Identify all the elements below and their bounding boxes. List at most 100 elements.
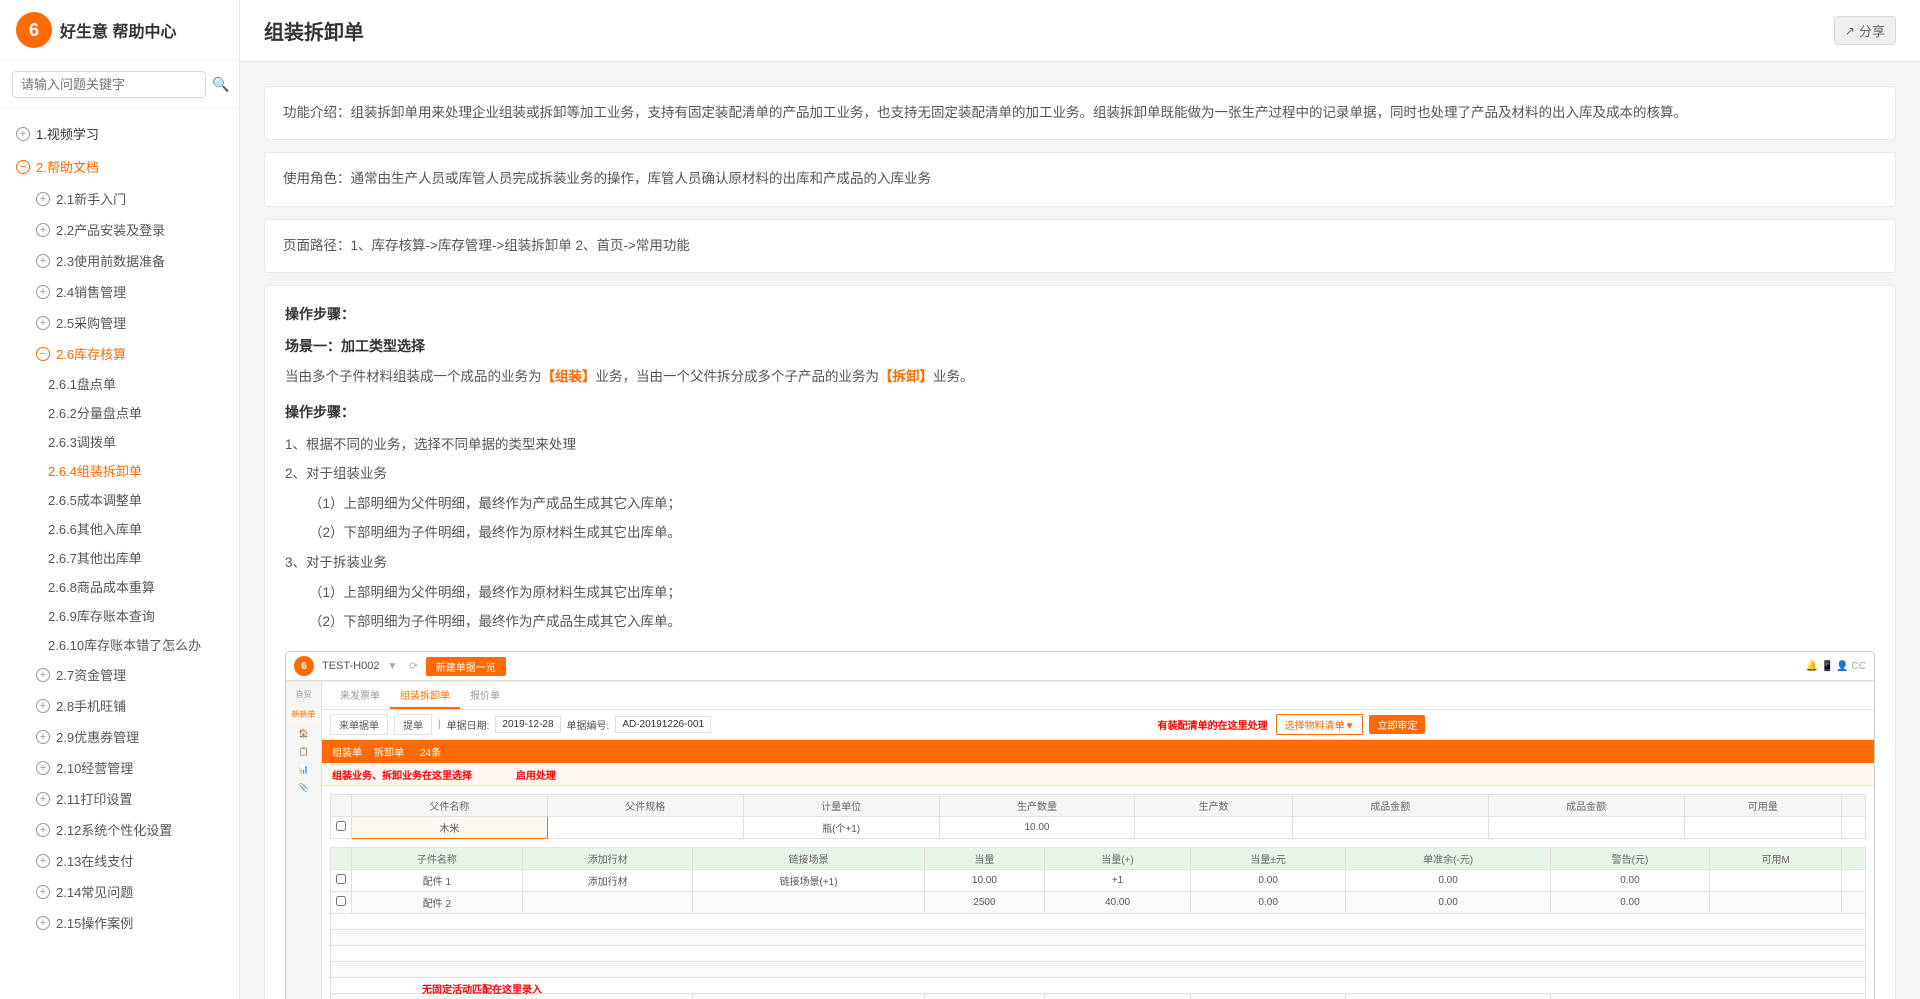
mock-select-bom-btn[interactable]: 选择物料清单▼ — [1276, 714, 1364, 735]
mock-tab-warehouse[interactable]: 报价单 — [460, 682, 510, 709]
mock-upper-table-area: 父件名称 父件规格 计量单位 生产数量 生产数 成品金额 成品金额 可用量 — [322, 786, 1874, 841]
expand-icon-2-14: + — [36, 885, 50, 899]
intro-block: 功能介绍：组装拆卸单用来处理企业组装或拆卸等加工业务，支持有固定装配清单的产品加… — [264, 86, 1896, 140]
th-check — [331, 795, 352, 817]
mock-dropdown-arrow: ▼ — [387, 661, 397, 672]
sidebar-item-docs-label: 2.帮助文档 — [36, 157, 99, 176]
sidebar-item-videos-label: 1.视频学习 — [36, 124, 99, 143]
mock-separator: | — [438, 719, 441, 730]
role-text: 使用角色：通常由生产人员或库管人员完成拆装业务的操作，库管人员确认原材料的出库和… — [283, 171, 931, 186]
td2-foot-v3: 0.00 — [1346, 994, 1550, 999]
mock-confirm-btn[interactable]: 立即审定 — [1369, 715, 1425, 734]
sidebar-item-2-6-4[interactable]: 2.6.4组装拆卸单 — [0, 456, 239, 485]
td2-r2-check[interactable] — [331, 892, 352, 914]
expand-icon-2-3: + — [36, 254, 50, 268]
highlight-disassemble: 【拆卸】 — [879, 369, 933, 384]
sidebar-item-2-6-2-label: 2.6.2分量盘点单 — [48, 406, 142, 421]
search-input[interactable] — [12, 71, 206, 98]
table2-row-2: 配件 2 2500 40.00 0.00 0.00 0.00 — [331, 892, 1866, 914]
sidebar-item-docs-2-15[interactable]: + 2.15操作案例 — [0, 907, 239, 938]
sidebar-item-2-6-8[interactable]: 2.6.8商品成本重算 — [0, 572, 239, 601]
mock-left-icons: 自贸 新新单 🏠 📋 📊 📎 — [286, 682, 322, 999]
sidebar-item-2-6-9[interactable]: 2.6.9库存账本查询 — [0, 601, 239, 630]
sidebar-item-docs-2-14[interactable]: + 2.14常见问题 — [0, 876, 239, 907]
sidebar-item-2-6-7[interactable]: 2.6.7其他出库单 — [0, 543, 239, 572]
td2-empty-7 — [331, 978, 1866, 994]
td-row1-name: 木米 — [352, 817, 548, 839]
td2-r1-check[interactable] — [331, 870, 352, 892]
step-1: 1、根据不同的业务，选择不同单据的类型来处理 — [285, 432, 1875, 458]
mock-disassemble-tab[interactable]: 拆卸单 — [374, 744, 404, 759]
td2-foot-v1: 0.00 — [1045, 994, 1191, 999]
sidebar-item-docs-2-11[interactable]: + 2.11打印设置 — [0, 783, 239, 814]
share-button[interactable]: ↗ 分享 — [1834, 16, 1896, 45]
annotation-enable: 启用处理 — [516, 771, 556, 782]
mock-new-btn[interactable]: 新建单据一览 — [426, 657, 506, 676]
type-bar-annotation: 组装业务、拆卸业务在这里选择 启用处理 — [322, 763, 1874, 786]
mock-btn-new-item[interactable]: 来单据单 — [330, 714, 388, 735]
expand-icon-2-5: + — [36, 316, 50, 330]
sidebar-item-docs-2-10[interactable]: + 2.10经营管理 — [0, 752, 239, 783]
mock-bom-annotation-area: 有装配清单的在这里处理 选择物料清单▼ 立即审定 — [717, 714, 1866, 735]
expand-icon-2-10: + — [36, 761, 50, 775]
mock-tab-invoices[interactable]: 来发票单 — [330, 682, 390, 709]
sidebar-item-docs-2-9[interactable]: + 2.9优惠券管理 — [0, 721, 239, 752]
sidebar-item-docs[interactable]: − 2.帮助文档 — [0, 150, 239, 183]
sidebar-item-docs-2-1[interactable]: + 2.1新手入门 — [0, 183, 239, 214]
sidebar-item-2-6-1[interactable]: 2.6.1盘点单 — [0, 369, 239, 398]
sidebar-item-2-6-5[interactable]: 2.6.5成本调整单 — [0, 485, 239, 514]
search-icon[interactable]: 🔍 — [212, 76, 229, 93]
sidebar-item-2-8-label: 2.8手机旺铺 — [56, 696, 126, 715]
td2-r2-qty2: 40.00 — [1045, 892, 1191, 914]
scene1-desc: 当由多个子件材料组装成一个成品的业务为【组装】业务，当由一个父件拆分成多个子产品… — [285, 364, 1875, 390]
sidebar-item-2-6-10[interactable]: 2.6.10库存账本错了怎么办 — [0, 630, 239, 659]
sidebar-item-videos[interactable]: + 1.视频学习 — [0, 117, 239, 150]
sidebar-item-2-6-2[interactable]: 2.6.2分量盘点单 — [0, 398, 239, 427]
path-block: 页面路径：1、库存核算->库存管理->组装拆卸单 2、首页->常用功能 — [264, 219, 1896, 273]
mock-form-no[interactable]: AD-20191226-001 — [615, 716, 711, 733]
share-label: 分享 — [1859, 21, 1885, 40]
expand-icon-2-4: + — [36, 285, 50, 299]
sidebar-item-docs-2-13[interactable]: + 2.13在线支付 — [0, 845, 239, 876]
intro-text: 功能介绍：组装拆卸单用来处理企业组装或拆卸等加工业务，支持有固定装配清单的产品加… — [283, 105, 1687, 120]
role-block: 使用角色：通常由生产人员或库管人员完成拆装业务的操作，库管人员确认原材料的出库和… — [264, 152, 1896, 206]
sidebar-item-docs-2-3[interactable]: + 2.3使用前数据准备 — [0, 245, 239, 276]
expand-icon-2-2: + — [36, 223, 50, 237]
th-action — [1842, 795, 1866, 817]
collapse-icon-2-6: − — [36, 347, 50, 361]
sidebar-item-docs-2-7[interactable]: + 2.7资金管理 — [0, 659, 239, 690]
sidebar-item-docs-2-5[interactable]: + 2.5采购管理 — [0, 307, 239, 338]
td2-foot-blank — [693, 994, 924, 999]
table2-footer: 合计 89.00 0.00 0.00 0.00 — [331, 994, 1866, 999]
th2-amount2: 单准余(-元) — [1346, 848, 1550, 870]
td-row1-count — [1135, 817, 1292, 839]
mock-btn-import[interactable]: 提单 — [394, 714, 432, 735]
highlight-assemble: 【组装】 — [542, 369, 596, 384]
th2-amount1: 当量±元 — [1190, 848, 1346, 870]
step-2: 2、对于组装业务 — [285, 461, 1875, 487]
expand-icon-2-9: + — [36, 730, 50, 744]
sidebar-item-2-6-6[interactable]: 2.6.6其他入库单 — [0, 514, 239, 543]
expand-icon-2-1: + — [36, 192, 50, 206]
td2-r2-op — [1842, 892, 1866, 914]
sidebar-item-docs-2-12[interactable]: + 2.12系统个性化设置 — [0, 814, 239, 845]
main-panel: 组装拆卸单 ↗ 分享 功能介绍：组装拆卸单用来处理企业组装或拆卸等加工业务，支持… — [240, 0, 1920, 999]
mock-form-date[interactable]: 2019-12-28 — [495, 716, 560, 733]
mock-tab-assembly[interactable]: 组装拆卸单 — [390, 682, 460, 709]
sidebar-item-docs-2-2[interactable]: + 2.2产品安装及登录 — [0, 214, 239, 245]
mock-assemble-tab[interactable]: 组装单 — [332, 744, 362, 759]
expand-icon-2-7: + — [36, 668, 50, 682]
sidebar-item-2-6-5-label: 2.6.5成本调整单 — [48, 493, 142, 508]
sidebar-item-2-6-3[interactable]: 2.6.3调拨单 — [0, 427, 239, 456]
mock-lower-table: 子件名称 添加行材 链接场景 当量 当量(+) 当量±元 单准余(-元) 警告(… — [330, 847, 1866, 999]
sidebar-item-docs-2-4[interactable]: + 2.4销售管理 — [0, 276, 239, 307]
table2-row-7 — [331, 978, 1866, 994]
sidebar-header: 6 好生意 帮助中心 — [0, 0, 239, 61]
table2-row-6 — [331, 962, 1866, 978]
table2-row-3 — [331, 914, 1866, 930]
td-row1-check[interactable] — [331, 817, 352, 839]
sidebar-item-2-6-1-label: 2.6.1盘点单 — [48, 377, 116, 392]
sidebar-item-docs-2-8[interactable]: + 2.8手机旺铺 — [0, 690, 239, 721]
td2-r1-avail — [1710, 870, 1842, 892]
sidebar-item-docs-2-6[interactable]: − 2.6库存核算 — [0, 338, 239, 369]
